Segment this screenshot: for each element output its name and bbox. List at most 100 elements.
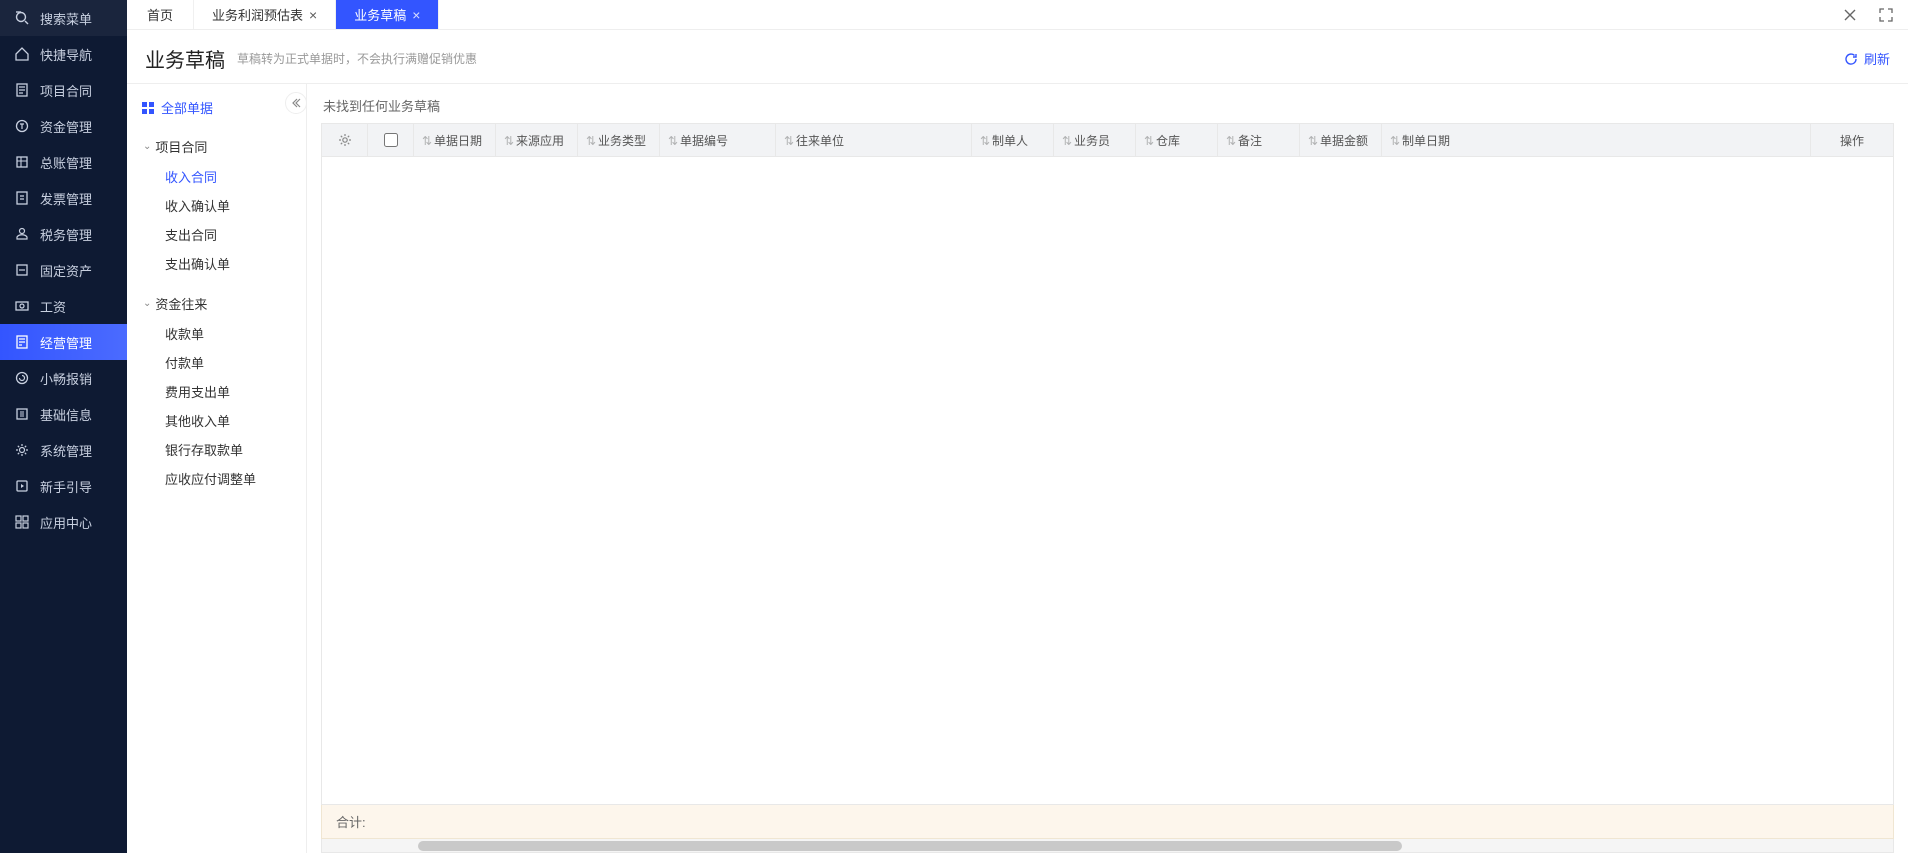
sort-icon: ⇅ (586, 134, 594, 146)
main-area: 首页业务利润预估表×业务草稿× 业务草稿 草稿转为正式单据时，不会执行满赠促销优… (127, 0, 1908, 853)
col-type[interactable]: ⇅业务类型 (578, 124, 660, 156)
sidebar-item-label: 新手引导 (40, 477, 92, 496)
sidebar-item-0[interactable]: 搜索菜单 (0, 0, 127, 36)
sidebar-item-label: 小畅报销 (40, 369, 92, 388)
select-all-checkbox[interactable] (368, 124, 414, 156)
tab-close-icon[interactable]: × (309, 8, 317, 22)
tab-label: 业务利润预估表 (212, 5, 303, 24)
sidebar-item-7[interactable]: 固定资产 (0, 252, 127, 288)
sidebar-item-2[interactable]: 项目合同 (0, 72, 127, 108)
tax-icon (14, 226, 30, 242)
page-header: 业务草稿 草稿转为正式单据时，不会执行满赠促销优惠 刷新 (127, 30, 1908, 84)
left-sidebar: 搜索菜单快捷导航项目合同资金管理总账管理发票管理税务管理固定资产工资经营管理小畅… (0, 0, 127, 853)
tree-leaf-0-3[interactable]: 支出确认单 (133, 249, 300, 278)
sidebar-item-6[interactable]: 税务管理 (0, 216, 127, 252)
data-table: ⇅单据日期 ⇅来源应用 ⇅业务类型 ⇅单据编号 ⇅往来单位 ⇅制单人 ⇅业务员 … (321, 123, 1894, 853)
sidebar-item-label: 基础信息 (40, 405, 92, 424)
sidebar-item-label: 发票管理 (40, 189, 92, 208)
wallet-icon (14, 118, 30, 134)
col-sales[interactable]: ⇅业务员 (1054, 124, 1136, 156)
sidebar-item-8[interactable]: 工资 (0, 288, 127, 324)
tab-label: 首页 (147, 5, 173, 24)
col-makedate[interactable]: ⇅制单日期 (1382, 124, 1811, 156)
tab-2[interactable]: 业务草稿× (336, 0, 439, 29)
sort-icon: ⇅ (422, 134, 430, 146)
tree-leaf-1-1[interactable]: 付款单 (133, 348, 300, 377)
col-note[interactable]: ⇅备注 (1218, 124, 1300, 156)
footer-total-label: 合计: (336, 812, 366, 831)
table-area: 未找到任何业务草稿 ⇅单据日期 ⇅来源应用 ⇅业务类型 ⇅单据编号 ⇅往来单 (307, 84, 1908, 853)
tree-leaf-1-3[interactable]: 其他收入单 (133, 406, 300, 435)
guide-icon (14, 478, 30, 494)
tab-0[interactable]: 首页 (127, 0, 194, 29)
sidebar-item-5[interactable]: 发票管理 (0, 180, 127, 216)
col-warehouse[interactable]: ⇅仓库 (1136, 124, 1218, 156)
sidebar-item-label: 应用中心 (40, 513, 92, 532)
tree-leaf-1-4[interactable]: 银行存取款单 (133, 435, 300, 464)
sort-icon: ⇅ (784, 134, 792, 146)
col-date[interactable]: ⇅单据日期 (414, 124, 496, 156)
table-footer: 合计: (321, 805, 1894, 839)
sidebar-item-label: 工资 (40, 297, 66, 316)
sidebar-item-3[interactable]: 资金管理 (0, 108, 127, 144)
sidebar-item-label: 固定资产 (40, 261, 92, 280)
sidebar-item-1[interactable]: 快捷导航 (0, 36, 127, 72)
sidebar-item-11[interactable]: 基础信息 (0, 396, 127, 432)
sort-icon: ⇅ (504, 134, 512, 146)
sidebar-item-label: 系统管理 (40, 441, 92, 460)
sidebar-item-4[interactable]: 总账管理 (0, 144, 127, 180)
sidebar-item-label: 搜索菜单 (40, 9, 92, 28)
sidebar-item-10[interactable]: 小畅报销 (0, 360, 127, 396)
tree-leaf-1-2[interactable]: 费用支出单 (133, 377, 300, 406)
tab-close-icon[interactable]: × (412, 8, 420, 22)
sidebar-item-14[interactable]: 应用中心 (0, 504, 127, 540)
doc-icon (14, 82, 30, 98)
sidebar-item-label: 经营管理 (40, 333, 92, 352)
tree-leaf-1-0[interactable]: 收款单 (133, 319, 300, 348)
tree-group-label: 项目合同 (155, 137, 207, 156)
tree-leaf-0-0[interactable]: 收入合同 (133, 162, 300, 191)
sort-icon: ⇅ (1144, 134, 1152, 146)
sort-icon: ⇅ (1226, 134, 1234, 146)
tree-group-label: 资金往来 (155, 294, 207, 313)
chevron-down-icon: ⌄ (143, 141, 151, 152)
refresh-label: 刷新 (1864, 49, 1890, 68)
sidebar-item-9[interactable]: 经营管理 (0, 324, 127, 360)
tab-1[interactable]: 业务利润预估表 × (194, 0, 336, 29)
sidebar-item-13[interactable]: 新手引导 (0, 468, 127, 504)
sidebar-item-12[interactable]: 系统管理 (0, 432, 127, 468)
page-title: 业务草稿 (145, 44, 225, 73)
gear-icon (338, 133, 352, 147)
select-all-input[interactable] (384, 133, 398, 147)
gear-icon (14, 442, 30, 458)
sidebar-item-label: 快捷导航 (40, 45, 92, 64)
col-source[interactable]: ⇅来源应用 (496, 124, 578, 156)
col-maker[interactable]: ⇅制单人 (972, 124, 1054, 156)
asset-icon (14, 262, 30, 278)
sort-icon: ⇅ (980, 134, 988, 146)
tabs-close-all-icon[interactable] (1838, 3, 1862, 27)
col-party[interactable]: ⇅往来单位 (776, 124, 972, 156)
sort-icon: ⇅ (1308, 134, 1316, 146)
ledger-icon (14, 154, 30, 170)
tree-leaf-1-5[interactable]: 应收应付调整单 (133, 464, 300, 493)
scrollbar-thumb[interactable] (418, 841, 1402, 851)
column-settings-button[interactable] (322, 124, 368, 156)
horizontal-scrollbar[interactable] (321, 839, 1894, 853)
salary-icon (14, 298, 30, 314)
tree-group-title-0[interactable]: ⌄ 项目合同 (133, 131, 300, 162)
fullscreen-icon[interactable] (1874, 3, 1898, 27)
tree-leaf-0-1[interactable]: 收入确认单 (133, 191, 300, 220)
collapse-panel-button[interactable] (285, 92, 307, 114)
col-amount[interactable]: ⇅单据金额 (1300, 124, 1382, 156)
sort-icon: ⇅ (1062, 134, 1070, 146)
biz-icon (14, 334, 30, 350)
col-no[interactable]: ⇅单据编号 (660, 124, 776, 156)
tree-group-title-1[interactable]: ⌄资金往来 (133, 288, 300, 319)
category-panel: 全部单据 ⌄ 项目合同收入合同收入确认单支出合同支出确认单 ⌄资金往来收款单付款单费… (127, 84, 307, 853)
sidebar-item-label: 项目合同 (40, 81, 92, 100)
tree-leaf-0-2[interactable]: 支出合同 (133, 220, 300, 249)
empty-message: 未找到任何业务草稿 (321, 92, 1894, 123)
refresh-button[interactable]: 刷新 (1844, 49, 1890, 68)
all-docs-link[interactable]: 全部单据 (133, 94, 300, 121)
